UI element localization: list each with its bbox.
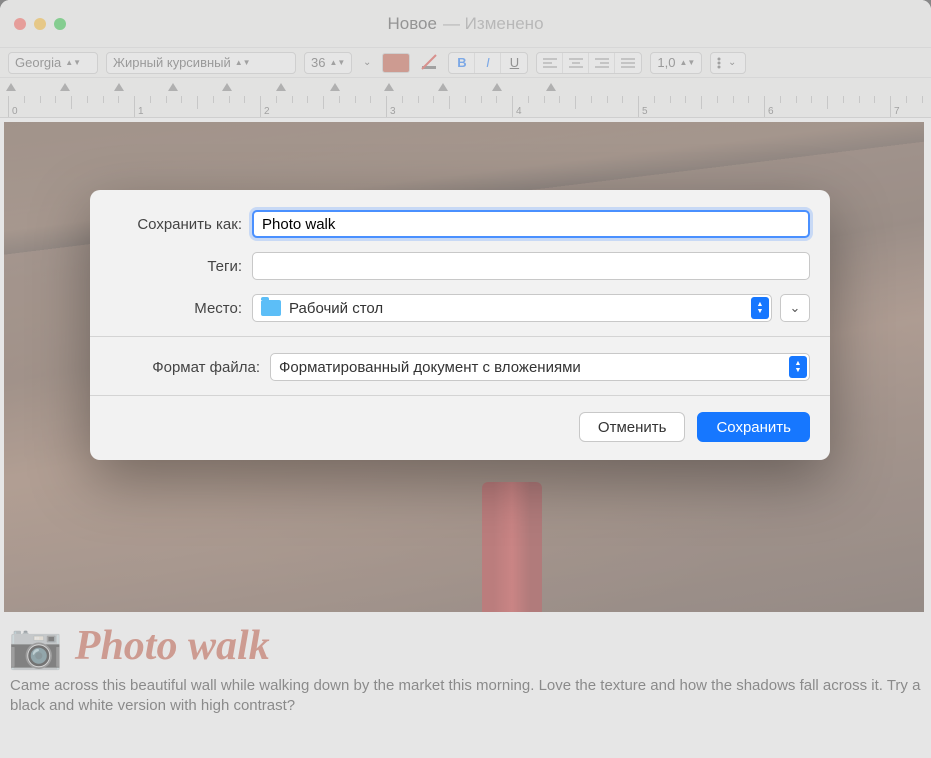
updown-arrows-icon: ▲▼ (751, 297, 769, 319)
file-format-label: Формат файла: (110, 359, 270, 376)
tab-stop-marker[interactable] (492, 83, 502, 91)
tab-ruler[interactable] (0, 78, 931, 96)
text-color-swatch[interactable] (382, 53, 410, 73)
tags-input[interactable] (252, 252, 810, 280)
save-button[interactable]: Сохранить (697, 412, 810, 442)
tab-stop-marker[interactable] (168, 83, 178, 91)
bullet-list-icon (717, 57, 721, 69)
cancel-button-label: Отменить (598, 419, 667, 436)
list-style-button[interactable]: ⌄ (710, 52, 746, 74)
file-format-value: Форматированный документ с вложениями (279, 359, 581, 376)
divider (90, 336, 830, 337)
file-format-select[interactable]: Форматированный документ с вложениями ▲▼ (270, 353, 810, 381)
location-value: Рабочий стол (289, 300, 383, 317)
updown-arrows-icon: ▲▼ (235, 61, 251, 65)
window-title-text: Новое (387, 14, 436, 34)
camera-icon: 📷 (8, 620, 63, 672)
tab-stop-marker[interactable] (60, 83, 70, 91)
app-window: Новое — Изменено Georgia ▲▼ Жирный курси… (0, 0, 931, 758)
chevron-down-icon[interactable]: ⌄ (360, 57, 374, 68)
align-left-button[interactable] (537, 53, 563, 73)
minimize-window-button[interactable] (34, 18, 46, 30)
ruler[interactable] (0, 96, 931, 118)
pencil-slash-icon (420, 54, 438, 72)
save-dialog: Сохранить как: Теги: Место: Рабочий стол… (90, 190, 830, 460)
save-as-label: Сохранить как: (110, 216, 252, 233)
tags-label: Теги: (110, 258, 252, 275)
tab-stop-marker[interactable] (384, 83, 394, 91)
save-as-input[interactable] (252, 210, 810, 238)
cancel-button[interactable]: Отменить (579, 412, 686, 442)
text-style-group: B I U (448, 52, 528, 74)
titlebar: Новое — Изменено (0, 0, 931, 48)
updown-arrows-icon: ▲▼ (789, 356, 807, 378)
font-family-select[interactable]: Georgia ▲▼ (8, 52, 98, 74)
highlight-color-button[interactable] (418, 52, 440, 74)
font-style-value: Жирный курсивный (113, 55, 231, 70)
chevron-down-icon: ⌄ (790, 300, 801, 316)
close-window-button[interactable] (14, 18, 26, 30)
underline-button[interactable]: U (501, 53, 527, 73)
italic-button[interactable]: I (475, 53, 501, 73)
tab-stop-marker[interactable] (114, 83, 124, 91)
font-style-select[interactable]: Жирный курсивный ▲▼ (106, 52, 296, 74)
align-center-button[interactable] (563, 53, 589, 73)
line-spacing-value: 1,0 (657, 55, 675, 70)
alignment-group (536, 52, 642, 74)
traffic-lights (14, 18, 66, 30)
folder-icon (261, 300, 281, 316)
zoom-window-button[interactable] (54, 18, 66, 30)
document-body[interactable]: Came across this beautiful wall while wa… (0, 674, 931, 727)
location-label: Место: (110, 300, 252, 317)
tab-stop-marker[interactable] (6, 83, 16, 91)
tab-stop-marker[interactable] (222, 83, 232, 91)
tab-stop-marker[interactable] (276, 83, 286, 91)
tab-stop-marker[interactable] (438, 83, 448, 91)
location-select[interactable]: Рабочий стол ▲▼ (252, 294, 772, 322)
chevron-down-icon: ⌄ (725, 57, 739, 68)
bold-button[interactable]: B (449, 53, 475, 73)
updown-arrows-icon: ▲▼ (679, 61, 695, 65)
font-size-value: 36 (311, 55, 325, 70)
expand-dialog-button[interactable]: ⌄ (780, 294, 810, 322)
save-button-label: Сохранить (716, 419, 791, 436)
heading-row: 📷 Photo walk (0, 612, 931, 674)
toolbar: Georgia ▲▼ Жирный курсивный ▲▼ 36 ▲▼ ⌄ B… (0, 48, 931, 78)
tab-stop-marker[interactable] (330, 83, 340, 91)
line-spacing-select[interactable]: 1,0 ▲▼ (650, 52, 702, 74)
font-family-value: Georgia (15, 55, 61, 70)
font-size-select[interactable]: 36 ▲▼ (304, 52, 352, 74)
divider (90, 395, 830, 396)
updown-arrows-icon: ▲▼ (65, 61, 81, 65)
updown-arrows-icon: ▲▼ (329, 61, 345, 65)
align-justify-button[interactable] (615, 53, 641, 73)
window-modified-indicator: — Изменено (443, 14, 544, 34)
align-right-button[interactable] (589, 53, 615, 73)
tab-stop-marker[interactable] (546, 83, 556, 91)
document-heading[interactable]: Photo walk (75, 622, 270, 670)
window-title: Новое — Изменено (387, 14, 543, 34)
